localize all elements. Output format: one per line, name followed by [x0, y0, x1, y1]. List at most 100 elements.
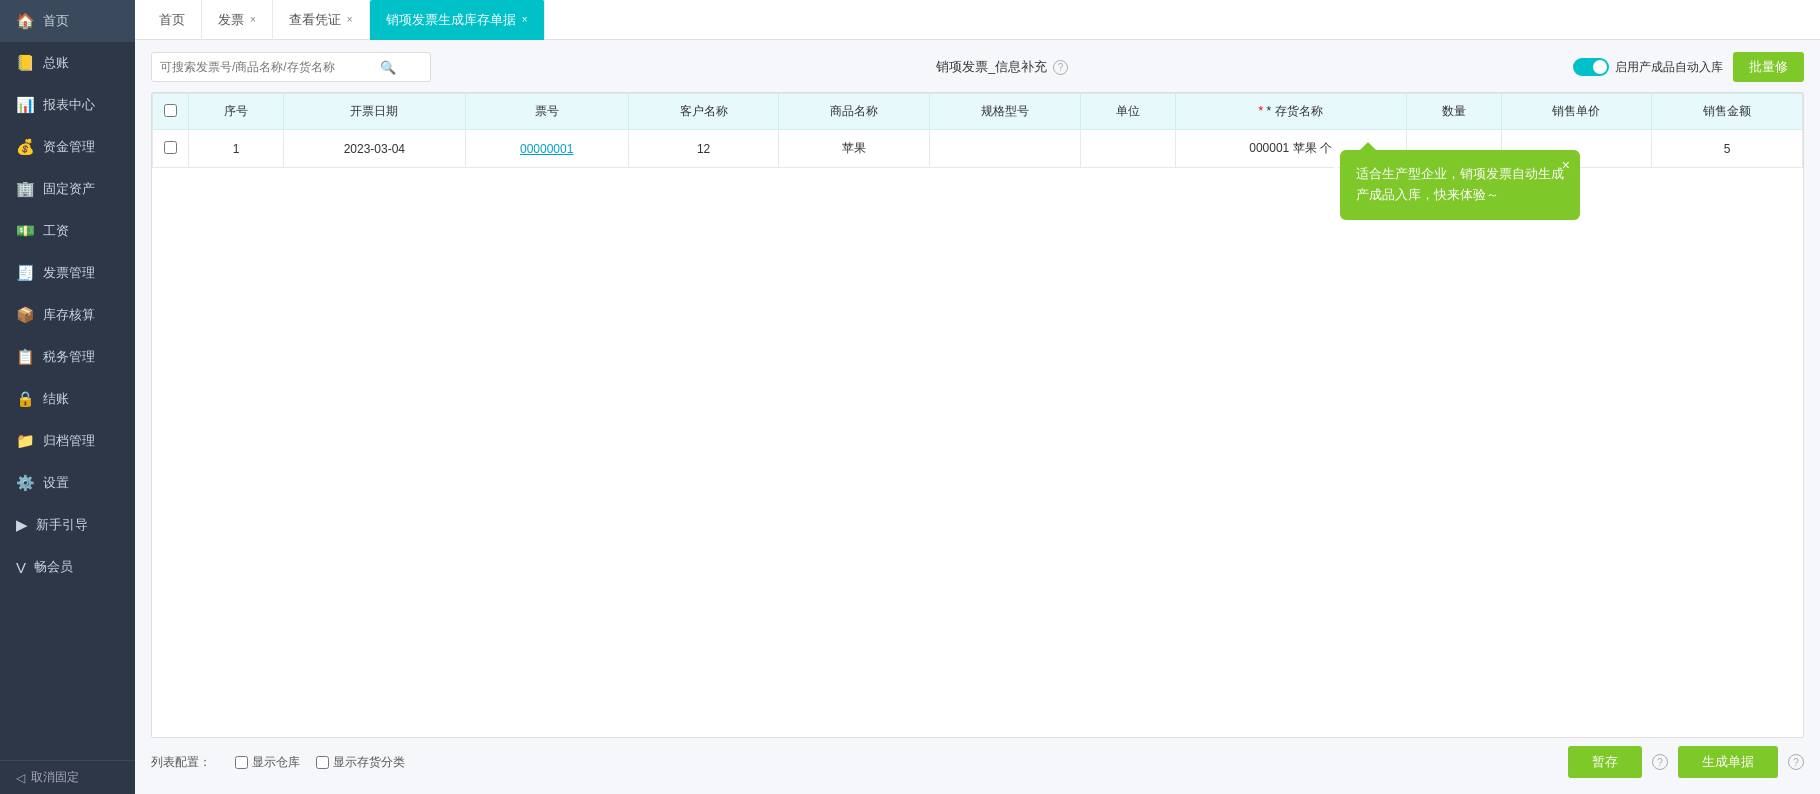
sidebar-item-guide[interactable]: ▶ 新手引导	[0, 504, 135, 546]
ticket-link[interactable]: 00000001	[520, 142, 573, 156]
list-config-label: 列表配置：	[151, 754, 211, 771]
show-category-checkbox[interactable]	[316, 756, 329, 769]
assets-icon: 🏢	[16, 180, 35, 198]
batch-button[interactable]: 批量修	[1733, 52, 1804, 82]
sidebar-item-home[interactable]: 🏠 首页	[0, 0, 135, 42]
row-checkbox[interactable]	[164, 141, 177, 154]
info-label: 销项发票_信息补充	[936, 58, 1047, 76]
sidebar-item-funds[interactable]: 💰 资金管理	[0, 126, 135, 168]
tooltip-text: 适合生产型企业，销项发票自动生成产成品入库，快来体验～	[1356, 166, 1564, 202]
generate-button[interactable]: 生成单据	[1678, 746, 1778, 778]
sidebar-item-ledger[interactable]: 📒 总账	[0, 42, 135, 84]
row-checkbox-cell	[153, 130, 189, 168]
generate-help-icon[interactable]: ?	[1788, 754, 1804, 770]
header-date: 开票日期	[284, 94, 466, 130]
save-button[interactable]: 暂存	[1568, 746, 1642, 778]
sidebar-item-reports[interactable]: 📊 报表中心	[0, 84, 135, 126]
sidebar-item-label: 总账	[43, 54, 69, 72]
search-area: 🔍	[151, 52, 431, 82]
show-warehouse-label: 显示仓库	[252, 754, 300, 771]
table-header-row: 序号 开票日期 票号 客户名称 商品名称 规格型号 单位 * * 存货名称 数量…	[153, 94, 1803, 130]
tab-home[interactable]: 首页	[143, 0, 202, 40]
show-warehouse-checkbox[interactable]	[235, 756, 248, 769]
tab-sales-label: 销项发票生成库存单据	[386, 11, 516, 29]
tab-invoice[interactable]: 发票 ×	[202, 0, 273, 40]
tab-bar: 首页 发票 × 查看凭证 × 销项发票生成库存单据 ×	[135, 0, 1820, 40]
sidebar-item-label: 结账	[43, 390, 69, 408]
sidebar-item-label: 税务管理	[43, 348, 95, 366]
sidebar-item-label: 新手引导	[36, 516, 88, 534]
header-amount: 销售金额	[1652, 94, 1803, 130]
tab-sales-close[interactable]: ×	[522, 14, 528, 25]
header-ticket-no: 票号	[465, 94, 628, 130]
tab-voucher[interactable]: 查看凭证 ×	[273, 0, 370, 40]
sidebar-item-inventory[interactable]: 📦 库存核算	[0, 294, 135, 336]
funds-icon: 💰	[16, 138, 35, 156]
reports-icon: 📊	[16, 96, 35, 114]
tooltip-popup: × 适合生产型企业，销项发票自动生成产成品入库，快来体验～	[1340, 150, 1580, 220]
settings-icon: ⚙️	[16, 474, 35, 492]
search-icon: 🔍	[380, 60, 396, 75]
tooltip-close-button[interactable]: ×	[1562, 158, 1570, 172]
header-checkbox-cell	[153, 94, 189, 130]
tab-voucher-close[interactable]: ×	[347, 14, 353, 25]
sidebar-item-label: 设置	[43, 474, 69, 492]
row-seq: 1	[189, 130, 284, 168]
sidebar-item-settings[interactable]: ⚙️ 设置	[0, 462, 135, 504]
sidebar-item-assets[interactable]: 🏢 固定资产	[0, 168, 135, 210]
sidebar-item-closing[interactable]: 🔒 结账	[0, 378, 135, 420]
auto-warehouse-toggle[interactable]	[1573, 58, 1609, 76]
required-star: *	[1259, 104, 1267, 118]
tab-sales[interactable]: 销项发票生成库存单据 ×	[370, 0, 545, 40]
sidebar-item-archive[interactable]: 📁 归档管理	[0, 420, 135, 462]
invoices-icon: 🧾	[16, 264, 35, 282]
right-controls: 启用产成品自动入库 批量修	[1573, 52, 1804, 82]
row-spec	[929, 130, 1080, 168]
show-category-option[interactable]: 显示存货分类	[316, 754, 405, 771]
sidebar-item-tax[interactable]: 📋 税务管理	[0, 336, 135, 378]
row-ticket-no[interactable]: 00000001	[465, 130, 628, 168]
content-area: 🔍 销项发票_信息补充 ? 启用产成品自动入库 批量修	[135, 40, 1820, 794]
action-buttons: 暂存 ? 生成单据 ?	[1568, 746, 1804, 778]
tab-voucher-label: 查看凭证	[289, 11, 341, 29]
sidebar-item-label: 归档管理	[43, 432, 95, 450]
ledger-icon: 📒	[16, 54, 35, 72]
sidebar-item-label: 首页	[43, 12, 69, 30]
tax-icon: 📋	[16, 348, 35, 366]
header-customer: 客户名称	[628, 94, 779, 130]
toolbar: 🔍 销项发票_信息补充 ? 启用产成品自动入库 批量修	[151, 52, 1804, 82]
row-product: 苹果	[779, 130, 930, 168]
payroll-icon: 💵	[16, 222, 35, 240]
show-warehouse-option[interactable]: 显示仓库	[235, 754, 300, 771]
header-checkbox[interactable]	[164, 104, 177, 117]
info-icon[interactable]: ?	[1053, 60, 1068, 75]
tab-invoice-close[interactable]: ×	[250, 14, 256, 25]
sidebar-item-invoices[interactable]: 🧾 发票管理	[0, 252, 135, 294]
sidebar-item-label: 畅会员	[34, 558, 73, 576]
sidebar-item-label: 报表中心	[43, 96, 95, 114]
main-area: 首页 发票 × 查看凭证 × 销项发票生成库存单据 × 🔍 销项发票_信息补充 …	[135, 0, 1820, 794]
show-category-label: 显示存货分类	[333, 754, 405, 771]
sidebar-item-label: 发票管理	[43, 264, 95, 282]
header-inventory-name: * * 存货名称	[1175, 94, 1406, 130]
unpin-button[interactable]: ◁ 取消固定	[0, 760, 135, 794]
unpin-icon: ◁	[16, 771, 25, 785]
home-icon: 🏠	[16, 12, 35, 30]
row-unit	[1080, 130, 1175, 168]
sidebar-item-label: 资金管理	[43, 138, 95, 156]
sidebar-item-payroll[interactable]: 💵 工资	[0, 210, 135, 252]
save-help-icon[interactable]: ?	[1652, 754, 1668, 770]
toggle-label: 启用产成品自动入库	[1615, 59, 1723, 76]
row-customer: 12	[628, 130, 779, 168]
sidebar-item-label: 库存核算	[43, 306, 95, 324]
member-icon: V	[16, 559, 26, 576]
row-date: 2023-03-04	[284, 130, 466, 168]
bottom-bar: 列表配置： 显示仓库 显示存货分类 暂存 ? 生成单据 ?	[151, 738, 1804, 782]
toggle-wrapper: 启用产成品自动入库	[1573, 58, 1723, 76]
header-spec: 规格型号	[929, 94, 1080, 130]
sidebar-item-label: 工资	[43, 222, 69, 240]
sidebar-item-label: 固定资产	[43, 180, 95, 198]
search-input[interactable]	[160, 60, 380, 74]
sidebar-item-member[interactable]: V 畅会员	[0, 546, 135, 588]
unpin-label: 取消固定	[31, 769, 79, 786]
